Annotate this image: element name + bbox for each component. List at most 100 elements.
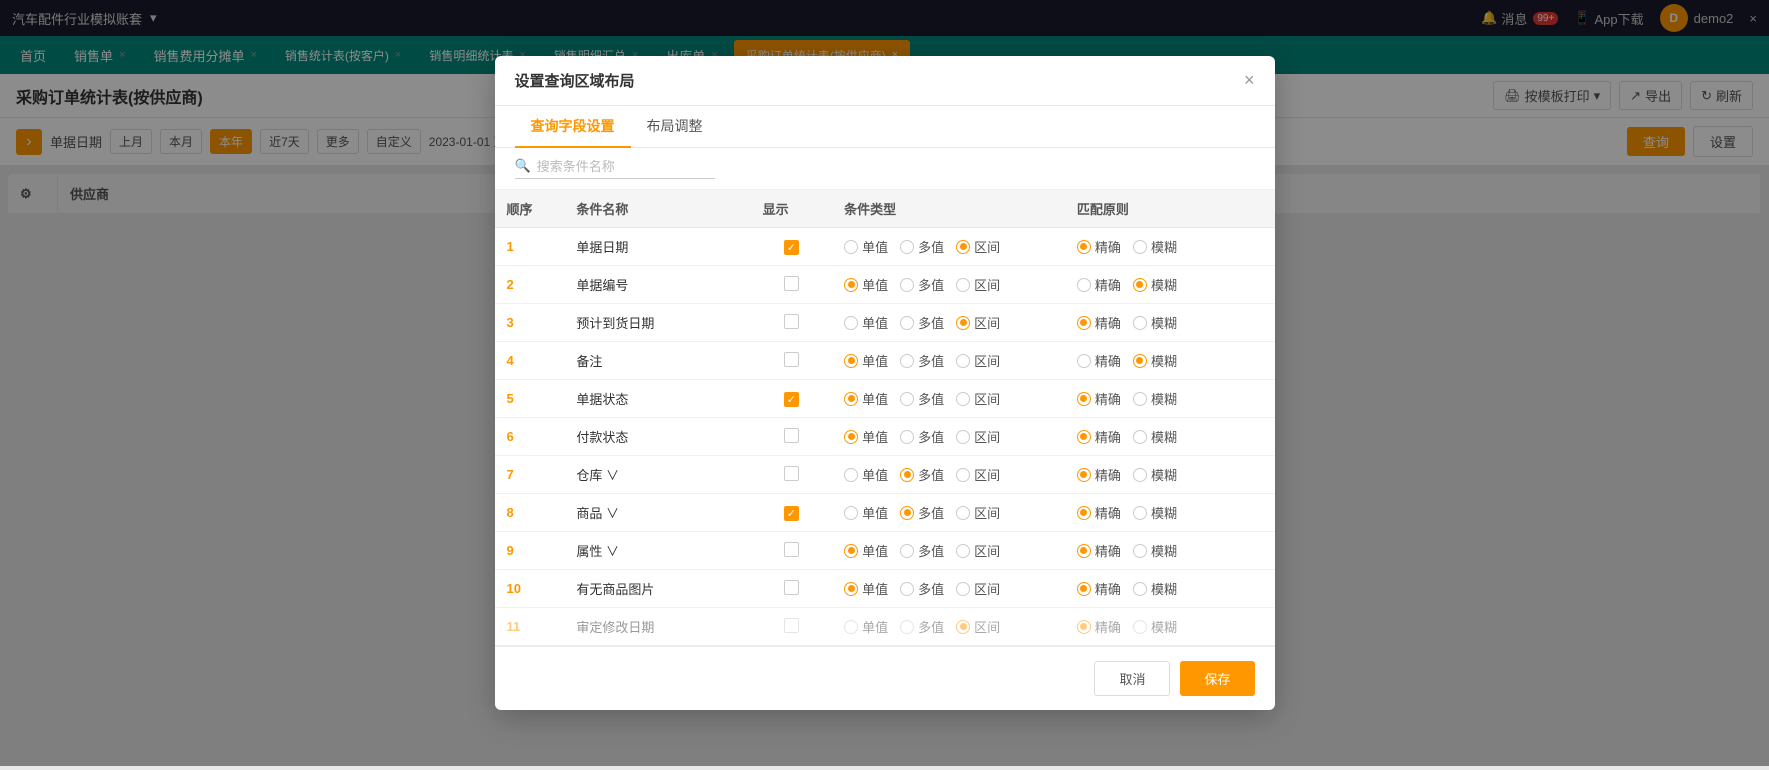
type-radio-group: 单值多值区间	[844, 617, 1053, 636]
radio-match-exact[interactable]: 精确	[1077, 275, 1121, 294]
radio-outer	[1077, 468, 1091, 482]
radio-match-exact[interactable]: 精确	[1077, 579, 1121, 598]
radio-match-exact[interactable]: 精确	[1077, 237, 1121, 256]
radio-type-multi[interactable]: 多值	[900, 427, 944, 446]
radio-match-fuzzy[interactable]: 模糊	[1133, 237, 1177, 256]
cell-display[interactable]: ✓	[751, 494, 832, 532]
radio-type-range[interactable]: 区间	[956, 389, 1000, 408]
radio-type-multi[interactable]: 多值	[900, 617, 944, 636]
radio-type-single[interactable]: 单值	[844, 427, 888, 446]
match-radio-group: 精确模糊	[1077, 427, 1263, 446]
cancel-btn[interactable]: 取消	[1094, 661, 1170, 696]
radio-type-range[interactable]: 区间	[956, 579, 1000, 598]
radio-type-multi[interactable]: 多值	[900, 313, 944, 332]
radio-match-fuzzy[interactable]: 模糊	[1133, 503, 1177, 522]
radio-match-exact[interactable]: 精确	[1077, 465, 1121, 484]
type-radio-group: 单值多值区间	[844, 427, 1053, 446]
table-row: 1单据日期✓单值多值区间精确模糊	[495, 228, 1275, 266]
radio-type-multi[interactable]: 多值	[900, 275, 944, 294]
display-checkbox[interactable]	[784, 352, 799, 367]
radio-type-single[interactable]: 单值	[844, 579, 888, 598]
cell-type: 单值多值区间	[832, 570, 1065, 608]
radio-type-range[interactable]: 区间	[956, 275, 1000, 294]
cell-match: 精确模糊	[1065, 304, 1275, 342]
radio-type-single[interactable]: 单值	[844, 351, 888, 370]
display-checkbox[interactable]: ✓	[784, 392, 799, 407]
display-checkbox[interactable]	[784, 276, 799, 291]
cell-display[interactable]	[751, 570, 832, 608]
save-btn[interactable]: 保存	[1180, 661, 1254, 696]
radio-type-single[interactable]: 单值	[844, 617, 888, 636]
radio-type-single[interactable]: 单值	[844, 237, 888, 256]
display-checkbox[interactable]	[784, 314, 799, 329]
radio-match-fuzzy[interactable]: 模糊	[1133, 579, 1177, 598]
search-input[interactable]	[537, 159, 697, 174]
cell-display[interactable]: ✓	[751, 228, 832, 266]
radio-match-exact[interactable]: 精确	[1077, 351, 1121, 370]
cell-match: 精确模糊	[1065, 342, 1275, 380]
modal-close-btn[interactable]: ×	[1244, 70, 1255, 91]
table-row: 6付款状态单值多值区间精确模糊	[495, 418, 1275, 456]
radio-match-fuzzy[interactable]: 模糊	[1133, 427, 1177, 446]
radio-match-fuzzy[interactable]: 模糊	[1133, 541, 1177, 560]
radio-match-fuzzy[interactable]: 模糊	[1133, 351, 1177, 370]
display-checkbox[interactable]	[784, 580, 799, 595]
cell-type: 单值多值区间	[832, 266, 1065, 304]
cell-display[interactable]	[751, 342, 832, 380]
radio-type-multi[interactable]: 多值	[900, 579, 944, 598]
radio-type-single[interactable]: 单值	[844, 389, 888, 408]
cell-display[interactable]	[751, 456, 832, 494]
cell-display[interactable]	[751, 304, 832, 342]
cell-display[interactable]	[751, 608, 832, 646]
radio-type-single[interactable]: 单值	[844, 465, 888, 484]
radio-outer	[1077, 354, 1091, 368]
display-checkbox[interactable]: ✓	[784, 506, 799, 521]
tab-query-fields[interactable]: 查询字段设置	[515, 106, 631, 148]
display-checkbox[interactable]	[784, 428, 799, 443]
radio-type-multi[interactable]: 多值	[900, 541, 944, 560]
display-checkbox[interactable]	[784, 542, 799, 557]
radio-match-exact[interactable]: 精确	[1077, 617, 1121, 636]
display-checkbox[interactable]	[784, 618, 799, 633]
cell-display[interactable]	[751, 532, 832, 570]
radio-outer	[956, 582, 970, 596]
radio-type-multi[interactable]: 多值	[900, 503, 944, 522]
radio-type-range[interactable]: 区间	[956, 427, 1000, 446]
radio-type-range[interactable]: 区间	[956, 617, 1000, 636]
cell-display[interactable]: ✓	[751, 380, 832, 418]
radio-match-exact[interactable]: 精确	[1077, 313, 1121, 332]
radio-type-range[interactable]: 区间	[956, 503, 1000, 522]
cell-display[interactable]	[751, 266, 832, 304]
radio-match-exact[interactable]: 精确	[1077, 389, 1121, 408]
radio-match-fuzzy[interactable]: 模糊	[1133, 275, 1177, 294]
radio-type-range[interactable]: 区间	[956, 465, 1000, 484]
radio-type-range[interactable]: 区间	[956, 351, 1000, 370]
radio-type-range[interactable]: 区间	[956, 237, 1000, 256]
tab-layout[interactable]: 布局调整	[631, 106, 719, 148]
radio-type-single[interactable]: 单值	[844, 313, 888, 332]
radio-match-fuzzy[interactable]: 模糊	[1133, 465, 1177, 484]
table-row: 10有无商品图片单值多值区间精确模糊	[495, 570, 1275, 608]
cell-order: 5	[495, 380, 565, 418]
radio-type-multi[interactable]: 多值	[900, 465, 944, 484]
match-radio-group: 精确模糊	[1077, 503, 1263, 522]
radio-type-range[interactable]: 区间	[956, 541, 1000, 560]
display-checkbox[interactable]	[784, 466, 799, 481]
radio-match-exact[interactable]: 精确	[1077, 503, 1121, 522]
radio-type-single[interactable]: 单值	[844, 541, 888, 560]
radio-type-range[interactable]: 区间	[956, 313, 1000, 332]
radio-type-multi[interactable]: 多值	[900, 237, 944, 256]
radio-type-multi[interactable]: 多值	[900, 351, 944, 370]
radio-type-single[interactable]: 单值	[844, 275, 888, 294]
display-checkbox[interactable]: ✓	[784, 240, 799, 255]
radio-match-fuzzy[interactable]: 模糊	[1133, 389, 1177, 408]
radio-type-multi[interactable]: 多值	[900, 389, 944, 408]
cell-order: 9	[495, 532, 565, 570]
radio-match-fuzzy[interactable]: 模糊	[1133, 617, 1177, 636]
radio-match-exact[interactable]: 精确	[1077, 427, 1121, 446]
radio-match-fuzzy[interactable]: 模糊	[1133, 313, 1177, 332]
radio-type-single[interactable]: 单值	[844, 503, 888, 522]
radio-match-exact[interactable]: 精确	[1077, 541, 1121, 560]
cell-display[interactable]	[751, 418, 832, 456]
type-radio-group: 单值多值区间	[844, 465, 1053, 484]
